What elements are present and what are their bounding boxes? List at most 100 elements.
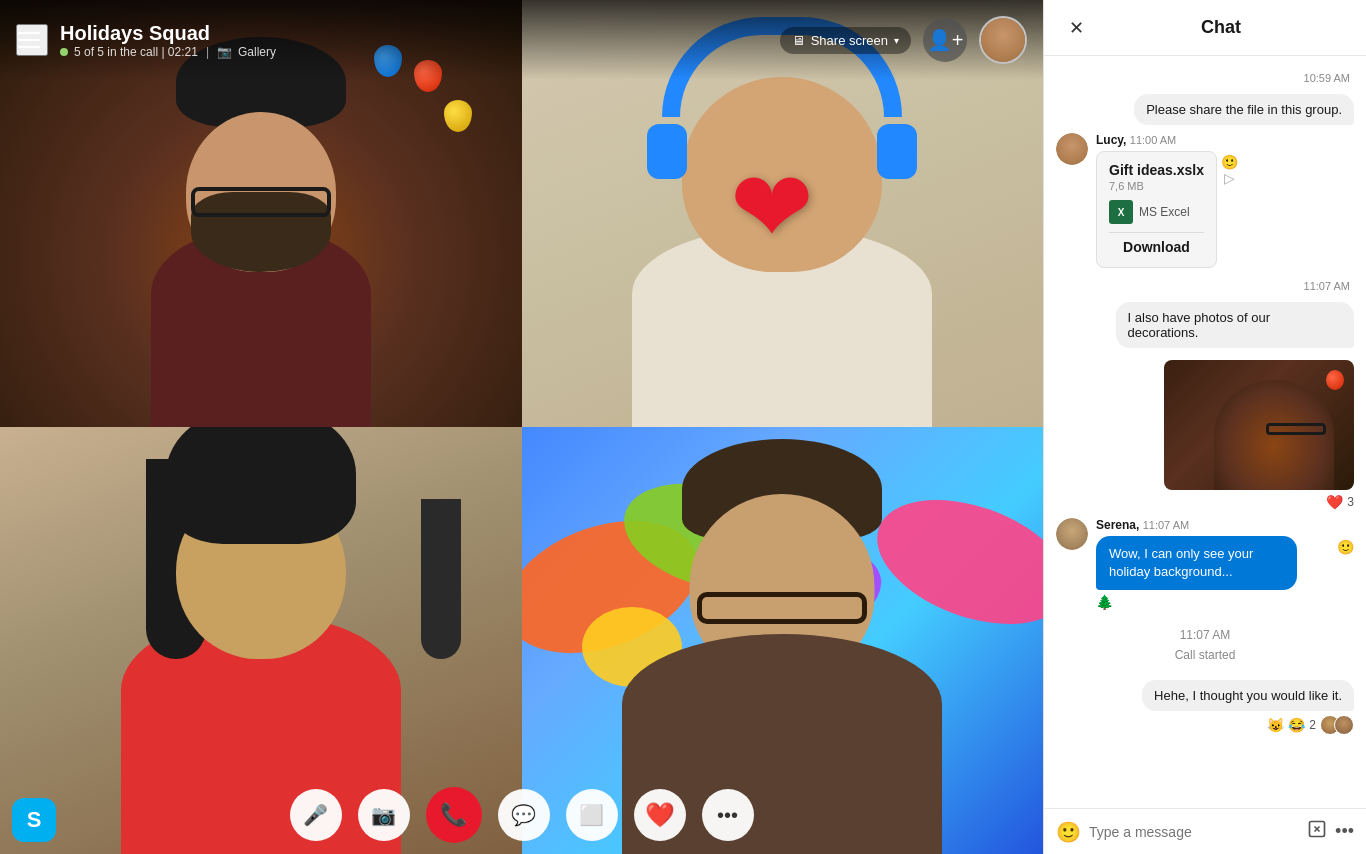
chat-header: ✕ Chat xyxy=(1044,0,1366,56)
file-msg-side-actions: 🙂 ▷ xyxy=(1221,151,1238,185)
emoji-react-btn-serena[interactable]: 🙂 xyxy=(1337,540,1354,554)
headphone-left xyxy=(647,124,687,179)
screen-icon: 🖥 xyxy=(792,33,805,48)
chat-more-button[interactable]: ••• xyxy=(1335,821,1354,842)
video-icon: 📷 xyxy=(371,803,396,827)
video-button[interactable]: 📷 xyxy=(358,789,410,841)
lucy-time: 11:00 AM xyxy=(1130,134,1176,146)
file-app: MS Excel xyxy=(1139,205,1190,219)
msg-bubble-photos: I also have photos of our decorations. xyxy=(1116,302,1354,348)
bg-blob-4 xyxy=(860,476,1043,648)
chat-panel: ✕ Chat 10:59 AM Please share the file in… xyxy=(1043,0,1366,854)
download-button[interactable]: Download xyxy=(1109,232,1204,257)
end-call-button[interactable]: 📞 xyxy=(426,787,482,843)
chat-title: Chat xyxy=(1092,17,1350,38)
lucy-msg-content: Lucy, 11:00 AM Gift ideas.xslx 7,6 MB X … xyxy=(1096,133,1354,268)
timestamp-1059: 10:59 AM xyxy=(1060,72,1350,84)
chat-close-button[interactable]: ✕ xyxy=(1060,12,1092,44)
msg-bubble-hehe: Hehe, I thought you would like it. xyxy=(1142,680,1354,711)
msg-bubble-please-share: Please share the file in this group. xyxy=(1134,94,1354,125)
msg-lucy-file: Lucy, 11:00 AM Gift ideas.xslx 7,6 MB X … xyxy=(1056,133,1354,268)
more-options-button[interactable]: ••• xyxy=(702,789,754,841)
avatar-face xyxy=(981,18,1025,62)
lucy-avatar-img xyxy=(1056,133,1088,165)
header-title-group: Holidays Squad 5 of 5 in the call | 02:2… xyxy=(60,21,780,59)
heart-icon: ❤️ xyxy=(645,801,675,829)
chat-button[interactable]: 💬 xyxy=(498,789,550,841)
file-size: 7,6 MB xyxy=(1109,180,1204,192)
serena-msg-content: Serena, 11:07 AM Wow, I can only see you… xyxy=(1096,518,1354,610)
message-input[interactable] xyxy=(1089,824,1299,840)
serena-side-actions: 🙂 xyxy=(1337,536,1354,554)
serena-bubble: Wow, I can only see your holiday backgro… xyxy=(1096,536,1297,590)
call-title: Holidays Squad xyxy=(60,21,780,45)
gallery-label: Gallery xyxy=(238,45,276,59)
controls-bar: 🎤 📷 📞 💬 ⬜ ❤️ ••• xyxy=(0,784,1043,854)
microphone-button[interactable]: 🎤 xyxy=(290,789,342,841)
add-person-icon: 👤+ xyxy=(927,28,964,52)
call-started-text: Call started xyxy=(1056,648,1354,662)
emoji-picker-button[interactable]: 🙂 xyxy=(1056,820,1081,844)
video-area: ❤ S Holidays Squad xyxy=(0,0,1043,854)
online-indicator xyxy=(60,48,68,56)
hamburger-button[interactable] xyxy=(16,24,48,56)
call-started-block: 11:07 AM Call started xyxy=(1056,622,1354,668)
forward-btn-file[interactable]: ▷ xyxy=(1221,171,1238,185)
msg-hehe-block: Hehe, I thought you would like it. 😺 😂 2 xyxy=(1056,680,1354,735)
photo-preview-block: ❤️ 3 xyxy=(1056,356,1354,510)
call-status-text: 5 of 5 in the call | 02:21 xyxy=(74,45,198,59)
close-icon: ✕ xyxy=(1069,17,1084,39)
chevron-down-icon: ▾ xyxy=(894,35,899,46)
user-avatar-button[interactable] xyxy=(979,16,1027,64)
person-hair-bl xyxy=(166,427,356,544)
screen-share-button[interactable]: 🖥 Share screen ▾ xyxy=(780,27,911,54)
photo-reactions: ❤️ 3 xyxy=(1326,494,1354,510)
call-subtitle: 5 of 5 in the call | 02:21 | 📷 Gallery xyxy=(60,45,780,59)
add-person-button[interactable]: 👤+ xyxy=(923,18,967,62)
lucy-name: Lucy, xyxy=(1096,133,1130,147)
video-grid: ❤ S xyxy=(0,0,1043,854)
msg-photos: I also have photos of our decorations. xyxy=(1056,302,1354,348)
attach-file-button[interactable] xyxy=(1307,819,1327,844)
person-hair-right-bl xyxy=(421,499,461,659)
serena-avatar xyxy=(1056,518,1088,550)
serena-name: Serena, xyxy=(1096,518,1143,532)
file-name: Gift ideas.xslx xyxy=(1109,162,1204,178)
love-react-button[interactable]: ❤️ xyxy=(634,789,686,841)
screen-share-label: Share screen xyxy=(811,33,888,48)
tree-emoji: 🌲 xyxy=(1096,594,1333,610)
photo-ornament xyxy=(1326,370,1344,390)
chat-input-area: 🙂 ••• xyxy=(1044,808,1366,854)
lucy-sender-time: Lucy, 11:00 AM xyxy=(1096,133,1354,147)
person-glasses-tl xyxy=(191,187,331,217)
heart-reaction-icon: ❤️ xyxy=(1326,494,1343,510)
photo-glasses xyxy=(1266,423,1326,435)
file-card: Gift ideas.xslx 7,6 MB X MS Excel Downlo… xyxy=(1096,151,1217,268)
header-actions: 🖥 Share screen ▾ 👤+ xyxy=(780,16,1027,64)
ornament-2 xyxy=(444,100,472,132)
msg-serena: Serena, 11:07 AM Wow, I can only see you… xyxy=(1056,518,1354,610)
hehe-reactions: 😺 😂 2 xyxy=(1267,715,1354,735)
camera-icon: 📷 xyxy=(217,45,232,59)
person-glasses-br xyxy=(697,592,867,624)
emoji-react-btn-file[interactable]: 🙂 xyxy=(1221,155,1238,169)
lucy-file-block: Gift ideas.xslx 7,6 MB X MS Excel Downlo… xyxy=(1096,151,1354,268)
excel-icon: X xyxy=(1109,200,1133,224)
cat-reaction: 😺 xyxy=(1267,717,1284,733)
call-time-system: 11:07 AM xyxy=(1056,628,1354,642)
serena-avatar-img xyxy=(1056,518,1088,550)
msg-please-share: Please share the file in this group. xyxy=(1056,94,1354,125)
photo-preview xyxy=(1164,360,1354,490)
screen-share-ctrl-icon: ⬜ xyxy=(579,803,604,827)
headphone-right xyxy=(877,124,917,179)
laugh-reaction: 😂 xyxy=(1288,717,1305,733)
file-type-row: X MS Excel xyxy=(1109,200,1204,224)
chat-icon: 💬 xyxy=(511,803,536,827)
screen-share-ctrl-button[interactable]: ⬜ xyxy=(566,789,618,841)
lucy-avatar xyxy=(1056,133,1088,165)
call-header: Holidays Squad 5 of 5 in the call | 02:2… xyxy=(0,0,1043,80)
serena-sender-time: Serena, 11:07 AM xyxy=(1096,518,1354,532)
timestamp-1107: 11:07 AM xyxy=(1060,280,1350,292)
heart-reaction-count: 3 xyxy=(1347,495,1354,509)
end-call-icon: 📞 xyxy=(440,802,467,828)
